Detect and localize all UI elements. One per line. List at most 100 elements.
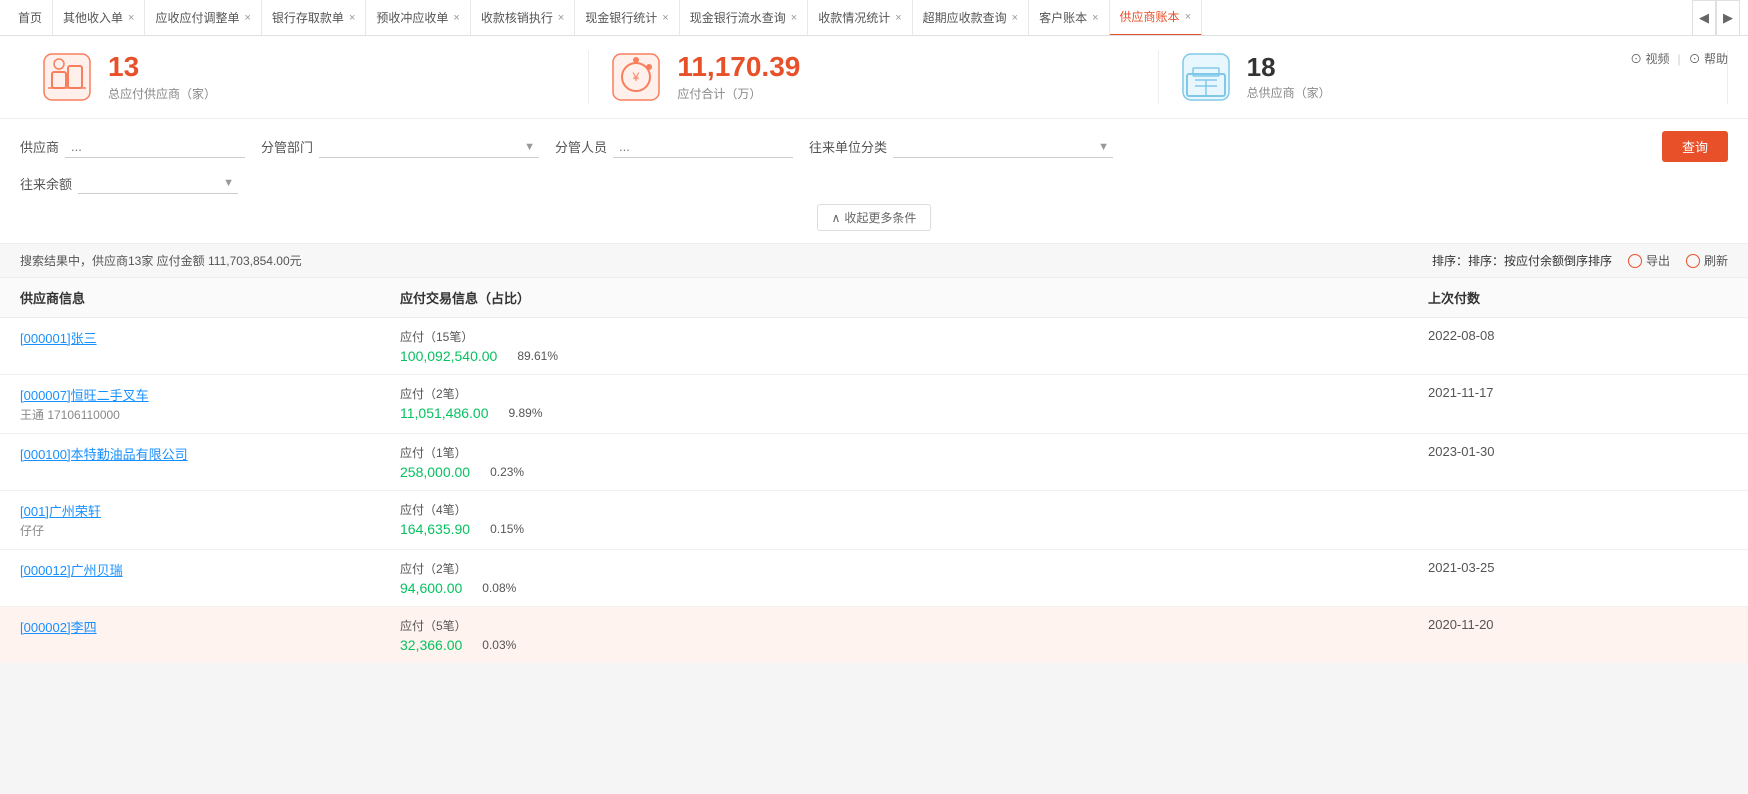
top-navigation: 首页其他收入单×应收应付调整单×银行存取款单×预收冲应收单×收款核销执行×现金银… [0,0,1748,36]
last-pay-cell-1: 2021-11-17 [1428,385,1728,400]
filter-person: 分管人员 [555,136,793,158]
sort-label: 排序：排序：按应付余额倒序排序 [1432,252,1612,269]
filter-balance: 往来余额 选择... ▼ [20,172,238,194]
result-actions: 排序：排序：按应付余额倒序排序 导出 刷新 [1432,252,1728,269]
filter-dept: 分管部门 ▼ [261,136,539,158]
header-last-pay: 上次付数 [1428,288,1728,307]
table-row: [001]广州荣轩仔仔应付（4笔）164,635.900.15% [0,491,1748,550]
supplier-cell-2: [000100]本特勤油品有限公司 [20,444,400,463]
supplier-link-3[interactable]: [001]广州荣轩 [20,504,101,519]
filter-row-2: 往来余额 选择... ▼ [20,172,1728,194]
payable-amount-4[interactable]: 94,600.00 [400,580,462,596]
nav-tab-2[interactable]: 应收应付调整单× [145,0,261,36]
nav-tab-0[interactable]: 首页 [8,0,53,36]
supplier-cell-0: [000001]张三 [20,328,400,347]
payable-amount-1[interactable]: 11,051,486.00 [400,405,489,421]
nav-tab-6[interactable]: 现金银行统计× [575,0,679,36]
result-bar: 搜索结果中，供应商13家 应付金额 111,703,854.00元 排序：排序：… [0,244,1748,278]
last-pay-cell-5: 2020-11-20 [1428,617,1728,632]
nav-tab-close-1[interactable]: × [128,12,134,24]
nav-tab-7[interactable]: 现金银行流水查询× [680,0,808,36]
nav-tab-10[interactable]: 客户账本× [1029,0,1109,36]
category-select-wrap[interactable]: ▼ [893,136,1113,158]
dept-select[interactable] [319,136,539,158]
balance-select[interactable]: 选择... [78,172,238,194]
supplier-sub-3: 仔仔 [20,522,400,539]
nav-tab-11[interactable]: 供应商账本× [1110,0,1202,36]
top-right-links: ⊙ 视频 | ⊙ 帮助 [1630,50,1728,67]
person-filter-label: 分管人员 [555,137,607,156]
nav-tab-5[interactable]: 收款核销执行× [471,0,575,36]
table-row: [000100]本特勤油品有限公司 应付（1笔）258,000.000.23%20… [0,434,1748,491]
nav-tab-close-7[interactable]: × [791,12,797,24]
table-header: 供应商信息 应付交易信息（占比） 上次付数 [0,278,1748,318]
nav-prev-arrow[interactable]: ◀ [1692,0,1716,36]
header-supplier: 供应商信息 [20,288,400,307]
help-link[interactable]: ⊙ 帮助 [1689,50,1728,67]
nav-tab-close-10[interactable]: × [1092,12,1098,24]
svg-text:¥: ¥ [632,70,640,84]
last-pay-cell-0: 2022-08-08 [1428,328,1728,343]
last-pay-date-5: 2020-11-20 [1428,617,1494,632]
last-pay-date-0: 2022-08-08 [1428,328,1495,343]
payable-amount-3[interactable]: 164,635.90 [400,521,470,537]
nav-tab-4[interactable]: 预收冲应收单× [366,0,470,36]
supplier-cell-5: [000002]李四 [20,617,400,636]
nav-tab-close-5[interactable]: × [558,12,564,24]
balance-select-wrap[interactable]: 选择... ▼ [78,172,238,194]
payable-amount-5[interactable]: 32,366.00 [400,637,462,653]
supplier-filter-input[interactable] [65,136,245,158]
nav-tab-1[interactable]: 其他收入单× [53,0,145,36]
nav-tab-9[interactable]: 超期应收款查询× [913,0,1029,36]
payable-pct-0: 89.61% [517,349,558,363]
total-suppliers-label: 总供应商（家） [1247,84,1331,101]
nav-tab-8[interactable]: 收款情况统计× [808,0,912,36]
filter-row-1: 供应商 分管部门 ▼ 分管人员 往来单位分类 ▼ 查询 [20,131,1728,162]
supplier-link-4[interactable]: [000012]广州贝瑞 [20,563,123,578]
summary-bar: 13 总应付供应商（家） ¥ 11,170.39 应付合计（万） [0,36,1748,119]
nav-tab-close-9[interactable]: × [1012,12,1018,24]
payable-count-4: 应付（2笔） [400,560,1428,577]
payable-suppliers-icon [40,50,94,104]
last-pay-date-4: 2021-03-25 [1428,560,1495,575]
supplier-cell-1: [000007]恒旺二手叉车王通 17106110000 [20,385,400,423]
supplier-link-2[interactable]: [000100]本特勤油品有限公司 [20,447,188,462]
payable-count-5: 应付（5笔） [400,617,1428,634]
payable-pct-3: 0.15% [490,522,524,536]
dept-select-wrap[interactable]: ▼ [319,136,539,158]
payable-total-value: 11,170.39 [677,52,800,83]
supplier-cell-3: [001]广州荣轩仔仔 [20,501,400,539]
nav-tab-close-3[interactable]: × [349,12,355,24]
nav-tab-close-4[interactable]: × [453,12,459,24]
collapse-icon: ∧ [832,211,841,225]
payable-amount-0[interactable]: 100,092,540.00 [400,348,497,364]
payable-cell-0: 应付（15笔）100,092,540.0089.61% [400,328,1428,364]
export-icon [1628,254,1642,268]
table-row: [000002]李四应付（5笔）32,366.000.03%2020-11-20 [0,607,1748,663]
dept-filter-label: 分管部门 [261,137,313,156]
refresh-button[interactable]: 刷新 [1686,252,1728,269]
category-select[interactable] [893,136,1113,158]
filter-supplier: 供应商 [20,136,245,158]
video-link[interactable]: ⊙ 视频 [1630,50,1669,67]
supplier-filter-label: 供应商 [20,137,59,156]
supplier-link-1[interactable]: [000007]恒旺二手叉车 [20,388,149,403]
summary-card-payable-suppliers: 13 总应付供应商（家） [20,50,589,104]
query-button[interactable]: 查询 [1662,131,1728,162]
summary-text-total: 11,170.39 应付合计（万） [677,52,800,103]
nav-tab-close-6[interactable]: × [662,12,668,24]
payable-amount-2[interactable]: 258,000.00 [400,464,470,480]
export-button[interactable]: 导出 [1628,252,1670,269]
last-pay-date-2: 2023-01-30 [1428,444,1495,459]
collapse-conditions-button[interactable]: ∧ 收起更多条件 [817,204,932,231]
person-filter-input[interactable] [613,136,793,158]
nav-tab-close-2[interactable]: × [244,12,250,24]
nav-next-arrow[interactable]: ▶ [1716,0,1740,36]
nav-tab-3[interactable]: 银行存取款单× [262,0,366,36]
supplier-link-0[interactable]: [000001]张三 [20,331,97,346]
supplier-link-5[interactable]: [000002]李四 [20,620,97,635]
nav-tab-close-8[interactable]: × [895,12,901,24]
payable-cell-2: 应付（1笔）258,000.000.23% [400,444,1428,480]
nav-tab-close-11[interactable]: × [1185,11,1191,23]
table-row: [000007]恒旺二手叉车王通 17106110000应付（2笔）11,051… [0,375,1748,434]
